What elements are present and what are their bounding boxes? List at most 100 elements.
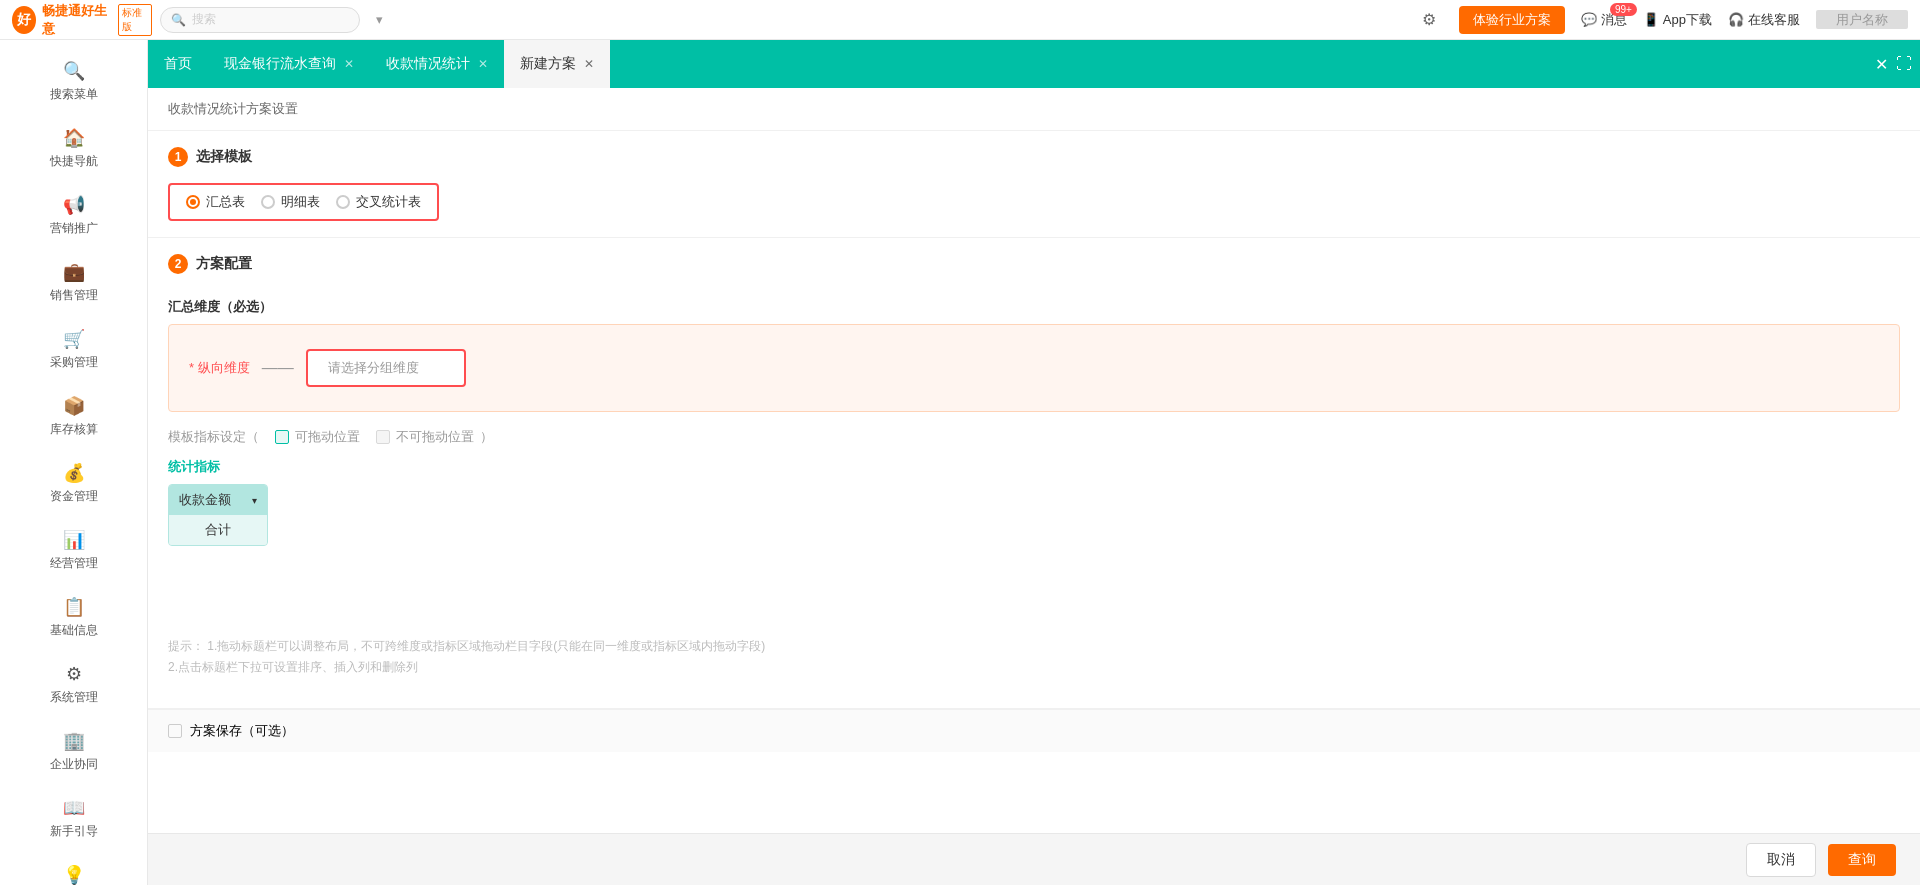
- inventory-icon: 📦: [63, 395, 85, 417]
- indicator-card-body: 合计: [169, 515, 267, 545]
- radio-detail-dot: [261, 195, 275, 209]
- sidebar-item-search[interactable]: 🔍 搜索菜单: [0, 48, 147, 115]
- hint-draggable-box: [275, 430, 289, 444]
- save-checkbox[interactable]: [168, 724, 182, 738]
- sidebar-item-system[interactable]: ⚙ 系统管理: [0, 651, 147, 718]
- tab-cash-bank-close[interactable]: ✕: [344, 57, 354, 71]
- sidebar-item-purchase[interactable]: 🛒 采购管理: [0, 316, 147, 383]
- corp-icon: 🏢: [63, 730, 85, 752]
- window-maximize-icon[interactable]: ⛶: [1896, 55, 1912, 73]
- radio-cross-dot: [336, 195, 350, 209]
- top-actions: ⚙ 体验行业方案 💬 消息 99+ 📱 App下载 🎧 在线客服 用户名称: [1415, 6, 1908, 34]
- chevron-down-icon[interactable]: ▾: [252, 495, 257, 506]
- tips-section: 提示： 1.拖动标题栏可以调整布局，不可跨维度或指标区域拖动栏目字段(只能在同一…: [168, 626, 1900, 692]
- indicator-card-body-text: 合计: [205, 522, 231, 537]
- query-button[interactable]: 查询: [1828, 844, 1896, 876]
- user-info[interactable]: 用户名称: [1816, 11, 1908, 29]
- gear-button[interactable]: ⚙: [1415, 6, 1443, 34]
- sidebar-item-corp-collab[interactable]: 🏢 企业协同: [0, 718, 147, 785]
- sidebar-label-corp-collab: 企业协同: [50, 756, 98, 773]
- step2-badge: 2: [168, 254, 188, 274]
- step1-title: 1 选择模板: [168, 147, 1900, 167]
- sidebar-item-hardware[interactable]: 💡 智能硬件: [0, 852, 147, 885]
- cancel-button[interactable]: 取消: [1746, 843, 1816, 877]
- online-service-button[interactable]: 🎧 在线客服: [1728, 11, 1800, 29]
- service-label: 在线客服: [1748, 11, 1800, 29]
- search-menu-icon: 🔍: [63, 60, 85, 82]
- tab-cash-bank[interactable]: 现金银行流水查询 ✕: [208, 40, 370, 88]
- tab-collection-stats[interactable]: 收款情况统计 ✕: [370, 40, 504, 88]
- dimension-arrow: ——: [262, 359, 294, 377]
- search-dropdown-icon[interactable]: ▾: [376, 12, 383, 27]
- tab-home-label: 首页: [164, 55, 192, 73]
- save-label: 方案保存（可选）: [190, 722, 294, 740]
- top-bar: 好 畅捷通好生意 标准版 🔍 搜索 ▾ ⚙ 体验行业方案 💬 消息 99+ 📱 …: [0, 0, 1920, 40]
- sidebar-item-newbie[interactable]: 📖 新手引导: [0, 785, 147, 852]
- message-button[interactable]: 💬 消息 99+: [1581, 11, 1627, 29]
- marketing-icon: 📢: [63, 194, 85, 216]
- app-label: App下载: [1663, 11, 1712, 29]
- username: 用户名称: [1816, 10, 1908, 29]
- vertical-dimension-label: * 纵向维度: [189, 359, 250, 377]
- tab-new-plan-label: 新建方案: [520, 55, 576, 73]
- system-icon: ⚙: [66, 663, 82, 685]
- sidebar-label-finance: 资金管理: [50, 488, 98, 505]
- dimension-placeholder: 请选择分组维度: [328, 360, 419, 375]
- app-icon: 📱: [1643, 12, 1659, 27]
- sidebar-item-basic-info[interactable]: 📋 基础信息: [0, 584, 147, 651]
- dimension-area: * 纵向维度 —— 请选择分组维度: [168, 324, 1900, 412]
- content-area: 首页 现金银行流水查询 ✕ 收款情况统计 ✕ 新建方案 ✕ ✕ ⛶: [148, 40, 1920, 885]
- home-icon: 🏠: [63, 127, 85, 149]
- radio-summary-label: 汇总表: [206, 193, 245, 211]
- sidebar-item-finance[interactable]: 💰 资金管理: [0, 450, 147, 517]
- radio-summary[interactable]: 汇总表: [186, 193, 245, 211]
- page-header-title: 收款情况统计方案设置: [168, 101, 298, 116]
- sidebar-item-quicknav[interactable]: 🏠 快捷导航: [0, 115, 147, 182]
- tip-line-2: 2.点击标题栏下拉可设置排序、插入列和删除列: [168, 659, 1880, 676]
- indicator-card-header[interactable]: 收款金额 ▾: [169, 485, 267, 515]
- indicators-section: 模板指标设定（ 可拖动位置 不可拖动位置 ） 统计指标: [168, 428, 1900, 546]
- window-close-icon[interactable]: ✕: [1875, 55, 1888, 74]
- sidebar-item-management[interactable]: 📊 经营管理: [0, 517, 147, 584]
- sidebar-label-sales: 销售管理: [50, 287, 98, 304]
- bottom-bar: 取消 查询: [148, 833, 1920, 885]
- main-layout: 🔍 搜索菜单 🏠 快捷导航 📢 营销推广 💼 销售管理 🛒 采购管理 📦 库存核…: [0, 40, 1920, 885]
- tab-collection-stats-close[interactable]: ✕: [478, 57, 488, 71]
- sidebar-label-basic-info: 基础信息: [50, 622, 98, 639]
- hint-fixed: 不可拖动位置 ）: [376, 428, 493, 446]
- sidebar-label-newbie: 新手引导: [50, 823, 98, 840]
- sidebar-item-marketing[interactable]: 📢 营销推广: [0, 182, 147, 249]
- indicator-card-payment[interactable]: 收款金额 ▾ 合计: [168, 484, 268, 546]
- step2-title: 2 方案配置: [168, 254, 1900, 274]
- service-icon: 🎧: [1728, 12, 1744, 27]
- hint-draggable-label: 可拖动位置: [295, 428, 360, 446]
- sidebar-item-sales[interactable]: 💼 销售管理: [0, 249, 147, 316]
- tab-new-plan-close[interactable]: ✕: [584, 57, 594, 71]
- tip-line-1: 提示： 1.拖动标题栏可以调整布局，不可跨维度或指标区域拖动栏目字段(只能在同一…: [168, 638, 1880, 655]
- basic-info-icon: 📋: [63, 596, 85, 618]
- industry-button[interactable]: 体验行业方案: [1459, 6, 1565, 34]
- indicator-cards: 收款金额 ▾ 合计: [168, 484, 1900, 546]
- window-buttons: ✕ ⛶: [1875, 55, 1920, 74]
- message-icon: 💬: [1581, 12, 1597, 27]
- search-icon: 🔍: [171, 13, 186, 27]
- sidebar-label-marketing: 营销推广: [50, 220, 98, 237]
- sidebar: 🔍 搜索菜单 🏠 快捷导航 📢 营销推广 💼 销售管理 🛒 采购管理 📦 库存核…: [0, 40, 148, 885]
- tab-bar: 首页 现金银行流水查询 ✕ 收款情况统计 ✕ 新建方案 ✕ ✕ ⛶: [148, 40, 1920, 88]
- tab-new-plan[interactable]: 新建方案 ✕: [504, 40, 610, 88]
- sidebar-item-inventory[interactable]: 📦 库存核算: [0, 383, 147, 450]
- dimension-select[interactable]: 请选择分组维度: [306, 349, 466, 387]
- indicator-card-header-text: 收款金额: [179, 491, 231, 509]
- indicators-hint: 模板指标设定（ 可拖动位置 不可拖动位置 ）: [168, 428, 1900, 446]
- summary-dimension-label: 汇总维度（必选）: [168, 299, 272, 314]
- summary-dimension-title: 汇总维度（必选）: [168, 290, 1900, 324]
- app-download-button[interactable]: 📱 App下载: [1643, 11, 1712, 29]
- indicators-section-label: 统计指标: [168, 458, 1900, 476]
- template-options-box: 汇总表 明细表 交叉统计表: [168, 183, 439, 221]
- radio-detail[interactable]: 明细表: [261, 193, 320, 211]
- search-box[interactable]: 🔍 搜索: [160, 7, 360, 33]
- tab-home[interactable]: 首页: [148, 40, 208, 88]
- step1-label: 选择模板: [196, 148, 252, 166]
- hardware-icon: 💡: [63, 864, 85, 885]
- radio-cross[interactable]: 交叉统计表: [336, 193, 421, 211]
